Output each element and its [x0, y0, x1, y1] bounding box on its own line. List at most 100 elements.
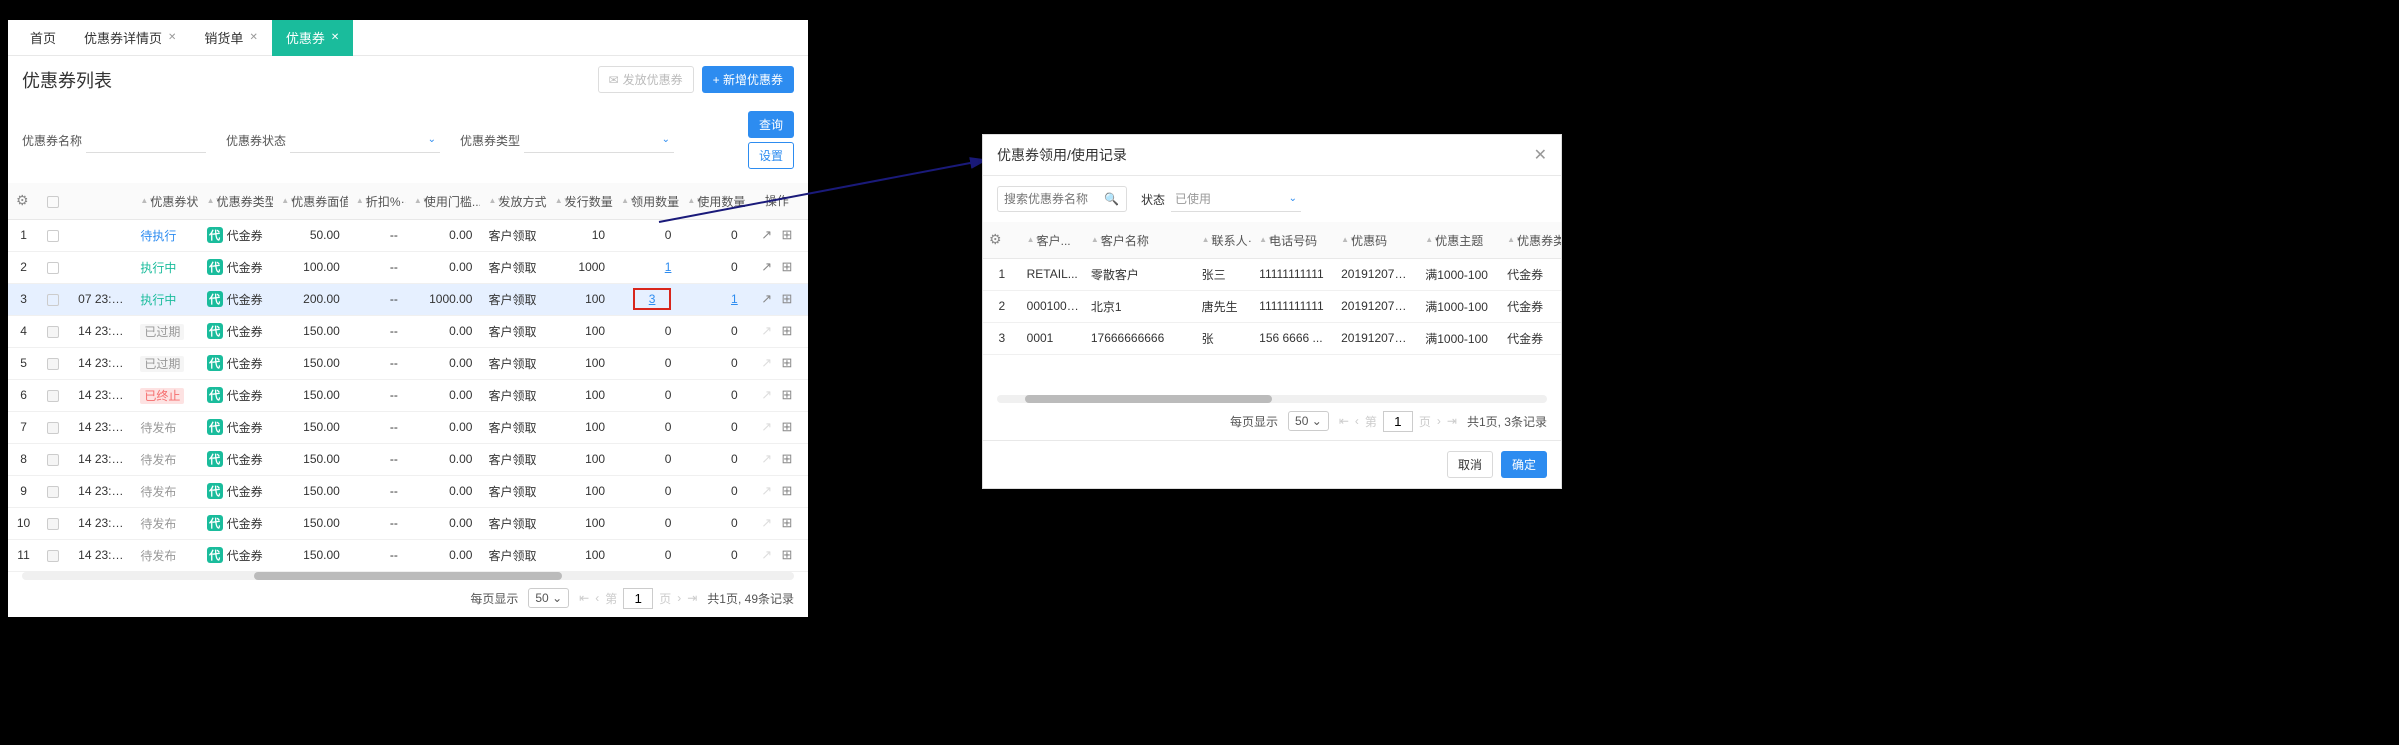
table-row[interactable]: 3 0001 17666666666 张 156 6666 ... 201912…	[983, 322, 1561, 354]
table-row[interactable]: 11 14 23:59 待发布 代代金券 150.00 -- 0.00 客户领取…	[8, 539, 808, 571]
table-row[interactable]: 7 14 23:59 待发布 代代金券 150.00 -- 0.00 客户领取 …	[8, 411, 808, 443]
table-row[interactable]: 5 14 23:59 已过期 代代金券 150.00 -- 0.00 客户领取 …	[8, 347, 808, 379]
table-row[interactable]: 9 14 23:59 待发布 代代金券 150.00 -- 0.00 客户领取 …	[8, 475, 808, 507]
th-issue-qty[interactable]: ▲▼发行数量	[547, 183, 613, 219]
search-icon[interactable]: 🔍	[1104, 192, 1119, 206]
per-page-select[interactable]: 50 ⌄	[1288, 411, 1329, 431]
last-page-icon[interactable]: ⇥	[687, 591, 697, 605]
gear-icon[interactable]: ⚙	[989, 231, 1002, 247]
qr-icon[interactable]: ⊞	[782, 291, 793, 306]
qr-icon[interactable]: ⊞	[782, 387, 793, 402]
type-select[interactable]: ⌄	[524, 127, 674, 153]
th-type[interactable]: ▲▼优惠券类型	[199, 183, 274, 219]
table-row[interactable]: 6 14 23:59 已终止 代代金券 150.00 -- 0.00 客户领取 …	[8, 379, 808, 411]
th-label: 优惠券类	[1517, 232, 1561, 249]
th-claim-qty[interactable]: ▲▼领用数量	[613, 183, 679, 219]
qr-icon[interactable]: ⊞	[782, 515, 793, 530]
tab-coupon-detail[interactable]: 优惠券详情页✕	[70, 20, 190, 56]
ok-button[interactable]: 确定	[1501, 451, 1547, 478]
discount: --	[348, 315, 406, 347]
claim-qty-link[interactable]: 3	[633, 288, 672, 310]
th-cust-code[interactable]: ▲▼客户...	[1021, 222, 1085, 258]
face-value: 150.00	[273, 347, 348, 379]
th-method[interactable]: ▲▼发放方式	[480, 183, 546, 219]
page-input[interactable]	[623, 588, 653, 609]
row-checkbox[interactable]	[47, 262, 59, 274]
next-page-icon[interactable]: ›	[677, 591, 681, 605]
claim-qty-link[interactable]: 1	[665, 260, 672, 274]
coupon-name-input[interactable]	[86, 127, 206, 153]
th-face-value[interactable]: ▲▼优惠券面值	[273, 183, 348, 219]
table-row[interactable]: 2 执行中 代代金券 100.00 -- 0.00 客户领取 1000 1 0 …	[8, 251, 808, 283]
close-icon[interactable]: ✕	[1534, 145, 1547, 165]
th-threshold[interactable]: ▲▼使用门槛...	[406, 183, 481, 219]
row-checkbox[interactable]	[47, 230, 59, 242]
qr-icon[interactable]: ⊞	[782, 547, 793, 562]
qr-icon[interactable]: ⊞	[782, 451, 793, 466]
table-row[interactable]: 10 14 23:59 待发布 代代金券 150.00 -- 0.00 客户领取…	[8, 507, 808, 539]
first-page-icon[interactable]: ⇤	[1339, 414, 1349, 428]
coupon-subject: 满1000-100	[1419, 290, 1501, 322]
use-qty-link[interactable]: 1	[731, 292, 738, 306]
th-discount[interactable]: ▲▼折扣%	[348, 183, 406, 219]
settings-button[interactable]: 设置	[748, 142, 794, 169]
issue-method: 客户领取	[480, 315, 546, 347]
select-all-checkbox[interactable]	[47, 196, 59, 208]
discount: --	[348, 283, 406, 315]
th-coupon-code[interactable]: ▲▼优惠码	[1335, 222, 1419, 258]
th-cust-name[interactable]: ▲▼客户名称	[1085, 222, 1196, 258]
qr-icon[interactable]: ⊞	[782, 483, 793, 498]
sort-icon: ▲▼	[414, 198, 422, 204]
prev-page-icon[interactable]: ‹	[1355, 414, 1359, 428]
search-box[interactable]: 🔍	[997, 186, 1127, 212]
table-row[interactable]: 3 07 23:59 执行中 代代金券 200.00 -- 1000.00 客户…	[8, 283, 808, 315]
th-coupon-subject[interactable]: ▲▼优惠主题	[1419, 222, 1501, 258]
qr-icon[interactable]: ⊞	[782, 355, 793, 370]
row-checkbox[interactable]	[47, 294, 59, 306]
add-coupon-button[interactable]: + 新增优惠券	[702, 66, 794, 93]
status-select[interactable]: ⌄	[290, 127, 440, 153]
qr-icon[interactable]: ⊞	[782, 419, 793, 434]
table-row[interactable]: 8 14 23:59 待发布 代代金券 150.00 -- 0.00 客户领取 …	[8, 443, 808, 475]
horizontal-scrollbar[interactable]	[22, 572, 794, 580]
gear-icon[interactable]: ⚙	[16, 192, 29, 208]
prev-page-icon[interactable]: ‹	[595, 591, 599, 605]
first-page-icon[interactable]: ⇤	[579, 591, 589, 605]
th-label: 使用数量	[697, 193, 745, 210]
cancel-button[interactable]: 取消	[1447, 451, 1493, 478]
tab-home[interactable]: 首页	[16, 20, 70, 56]
table-row[interactable]: 1 待执行 代代金券 50.00 -- 0.00 客户领取 10 0 0 ↗ ⊞	[8, 219, 808, 251]
search-input[interactable]	[1004, 192, 1104, 206]
tab-bar: 首页 优惠券详情页✕ 销货单✕ 优惠券✕	[8, 20, 808, 56]
close-icon[interactable]: ✕	[249, 32, 257, 43]
open-icon[interactable]: ↗	[761, 259, 772, 274]
sort-icon: ▲▼	[1341, 237, 1349, 243]
horizontal-scrollbar[interactable]	[997, 395, 1547, 403]
close-icon[interactable]: ✕	[168, 32, 176, 43]
open-icon[interactable]: ↗	[761, 227, 772, 242]
qr-icon[interactable]: ⊞	[782, 227, 793, 242]
open-icon: ↗	[761, 483, 772, 498]
status-select[interactable]: 已使用⌄	[1171, 186, 1301, 212]
table-row[interactable]: 2 00010001 北京1 唐先生 11111111111 20191207O…	[983, 290, 1561, 322]
page-input[interactable]	[1383, 411, 1413, 432]
discount: --	[348, 251, 406, 283]
tab-coupon[interactable]: 优惠券✕	[272, 20, 353, 56]
tab-sales-order[interactable]: 销货单✕	[190, 20, 271, 56]
query-button[interactable]: 查询	[748, 111, 794, 138]
table-row[interactable]: 1 RETAIL... 零散客户 张三 11111111111 20191207…	[983, 258, 1561, 290]
qr-icon[interactable]: ⊞	[782, 323, 793, 338]
close-icon[interactable]: ✕	[331, 32, 339, 43]
th-phone[interactable]: ▲▼电话号码	[1253, 222, 1335, 258]
per-page-select[interactable]: 50 ⌄	[528, 588, 569, 608]
last-page-icon[interactable]: ⇥	[1447, 414, 1457, 428]
open-icon[interactable]: ↗	[761, 291, 772, 306]
qr-icon[interactable]: ⊞	[782, 259, 793, 274]
next-page-icon[interactable]: ›	[1437, 414, 1441, 428]
chevron-down-icon: ⌄	[552, 591, 562, 605]
th-status[interactable]: ▲▼优惠券状态	[132, 183, 198, 219]
th-coupon-type[interactable]: ▲▼优惠券类	[1501, 222, 1561, 258]
th-use-qty[interactable]: ▲▼使用数量	[679, 183, 745, 219]
th-contact[interactable]: ▲▼联系人	[1196, 222, 1254, 258]
table-row[interactable]: 4 14 23:59 已过期 代代金券 150.00 -- 0.00 客户领取 …	[8, 315, 808, 347]
